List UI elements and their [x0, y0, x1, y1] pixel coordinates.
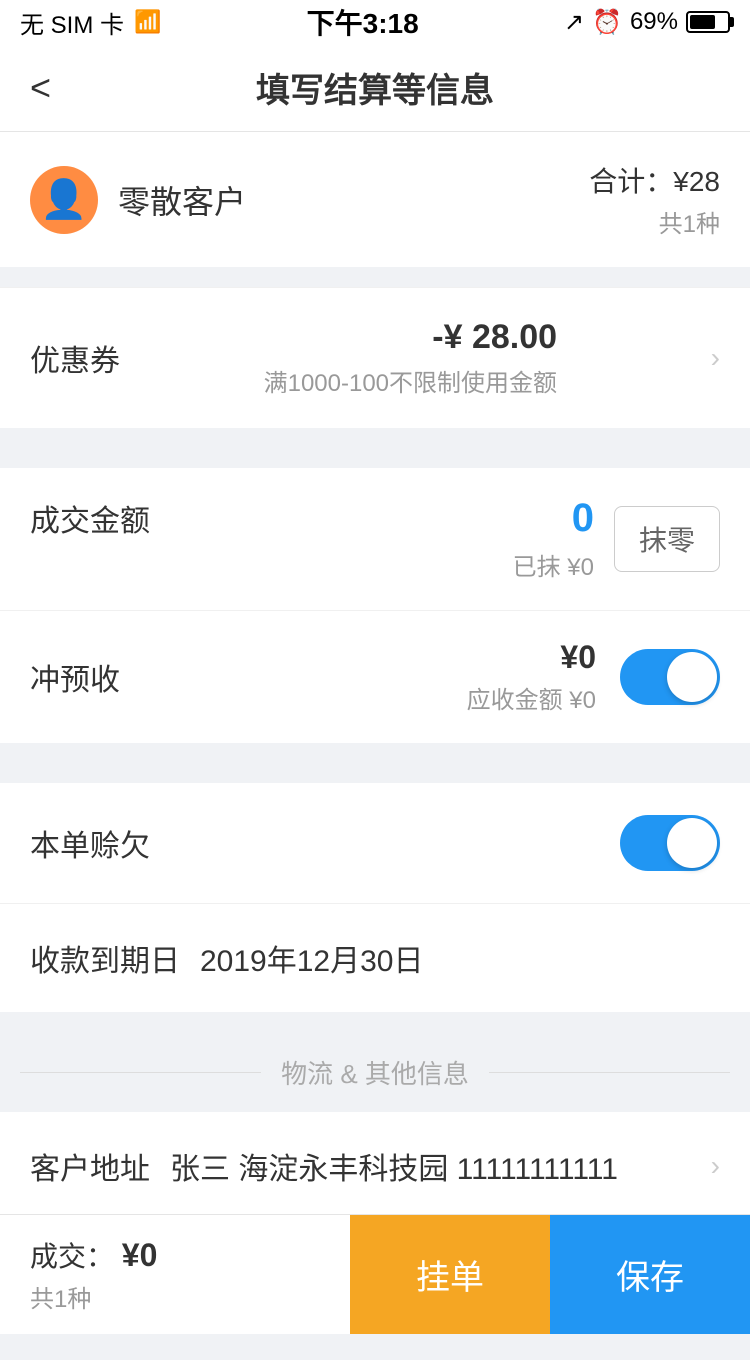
- address-section[interactable]: 客户地址 张三 海淀永丰科技园 11111111111 ›: [0, 1112, 750, 1220]
- divider-2: [0, 763, 750, 783]
- debt-label: 本单赊欠: [30, 821, 150, 865]
- prepay-right: ¥0 应收金额 ¥0: [467, 639, 720, 715]
- deal-amount-sub: 已抹 ¥0: [513, 547, 594, 582]
- status-right: ↗ ⏰ 69%: [564, 8, 730, 37]
- location-icon: ↗: [564, 8, 584, 37]
- total-label: 合计：¥28: [589, 160, 720, 200]
- address-row[interactable]: 客户地址 张三 海淀永丰科技园 11111111111 ›: [0, 1112, 750, 1220]
- customer-summary: 合计：¥28 共1种: [589, 160, 720, 239]
- due-date-row: 收款到期日 2019年12月30日: [0, 903, 750, 1012]
- save-button[interactable]: 保存: [550, 1215, 750, 1334]
- prepay-row: 冲预收 ¥0 应收金额 ¥0: [0, 610, 750, 743]
- divider-1: [0, 448, 750, 468]
- content: 👤 零散客户 合计：¥28 共1种 优惠券 -¥ 28.00 满1000-100…: [0, 132, 750, 1360]
- bottom-count: 共1种: [30, 1279, 320, 1314]
- debt-toggle-knob: [667, 818, 717, 868]
- logistics-label: 物流 & 其他信息: [281, 1054, 469, 1091]
- address-chevron-icon: ›: [711, 1150, 720, 1182]
- prepay-sub: 应收金额 ¥0: [467, 680, 596, 715]
- bottom-summary: 成交： ¥0 共1种: [0, 1215, 350, 1334]
- prepay-amount: ¥0: [467, 639, 596, 676]
- hold-button[interactable]: 挂单: [350, 1215, 550, 1334]
- prepay-toggle[interactable]: [620, 649, 720, 705]
- prepay-values: ¥0 应收金额 ¥0: [467, 639, 596, 715]
- address-value: 张三 海淀永丰科技园 11111111111: [170, 1144, 711, 1188]
- battery-percent: 69%: [630, 8, 678, 36]
- chevron-right-icon: ›: [711, 342, 720, 374]
- total-count: 共1种: [589, 204, 720, 239]
- prepay-label: 冲预收: [30, 655, 120, 699]
- deal-amount-label: 成交金额: [30, 496, 150, 540]
- avatar: 👤: [30, 166, 98, 234]
- divider-line-right: [489, 1072, 730, 1073]
- coupon-label: 优惠券: [30, 336, 120, 380]
- coupon-discount: -¥ 28.00: [264, 318, 557, 357]
- coupon-row[interactable]: 优惠券 -¥ 28.00 满1000-100不限制使用金额 ›: [0, 287, 750, 428]
- bottom-deal-amount: ¥0: [122, 1237, 158, 1273]
- due-date-value: 2019年12月30日: [200, 936, 423, 980]
- status-left: 无 SIM 卡 📶: [20, 5, 161, 40]
- divider-line-left: [20, 1072, 261, 1073]
- coupon-value-area: -¥ 28.00 满1000-100不限制使用金额: [264, 318, 557, 398]
- logistics-divider: 物流 & 其他信息: [0, 1032, 750, 1112]
- debt-section: 本单赊欠 收款到期日 2019年12月30日: [0, 783, 750, 1012]
- deal-amount-row: 成交金额 0 已抹 ¥0 抹零: [0, 468, 750, 610]
- battery-icon: [686, 11, 730, 33]
- nav-bar: < 填写结算等信息: [0, 44, 750, 132]
- address-label: 客户地址: [30, 1144, 150, 1188]
- coupon-section[interactable]: 优惠券 -¥ 28.00 满1000-100不限制使用金额 ›: [0, 287, 750, 428]
- battery-fill: [690, 15, 715, 29]
- round-button[interactable]: 抹零: [614, 506, 720, 572]
- due-date-label: 收款到期日: [30, 936, 180, 980]
- customer-row: 👤 零散客户 合计：¥28 共1种: [0, 132, 750, 267]
- deal-amount-right: 0 已抹 ¥0 抹零: [513, 496, 720, 582]
- amount-section: 成交金额 0 已抹 ¥0 抹零 冲预收 ¥0 应收金额 ¥0: [0, 468, 750, 743]
- bottom-deal-line: 成交： ¥0: [30, 1235, 320, 1275]
- bottom-bar: 成交： ¥0 共1种 挂单 保存: [0, 1214, 750, 1334]
- customer-name: 零散客户: [118, 177, 246, 223]
- customer-left: 👤 零散客户: [30, 166, 246, 234]
- deal-amount-value-area: 0 已抹 ¥0: [513, 496, 594, 582]
- deal-amount-value[interactable]: 0: [513, 496, 594, 541]
- customer-section: 👤 零散客户 合计：¥28 共1种: [0, 132, 750, 267]
- avatar-icon: 👤: [40, 178, 87, 222]
- bottom-deal-label: 成交：: [30, 1241, 114, 1272]
- wifi-icon: 📶: [134, 9, 161, 35]
- debt-toggle[interactable]: [620, 815, 720, 871]
- page-title: 填写结算等信息: [256, 63, 494, 112]
- toggle-knob: [667, 652, 717, 702]
- status-time: 下午3:18: [307, 2, 419, 42]
- debt-row: 本单赊欠: [0, 783, 750, 903]
- status-bar: 无 SIM 卡 📶 下午3:18 ↗ ⏰ 69%: [0, 0, 750, 44]
- sim-status: 无 SIM 卡: [20, 5, 124, 40]
- alarm-icon: ⏰: [592, 8, 622, 37]
- back-button[interactable]: <: [30, 67, 51, 109]
- coupon-hint: 满1000-100不限制使用金额: [264, 363, 557, 398]
